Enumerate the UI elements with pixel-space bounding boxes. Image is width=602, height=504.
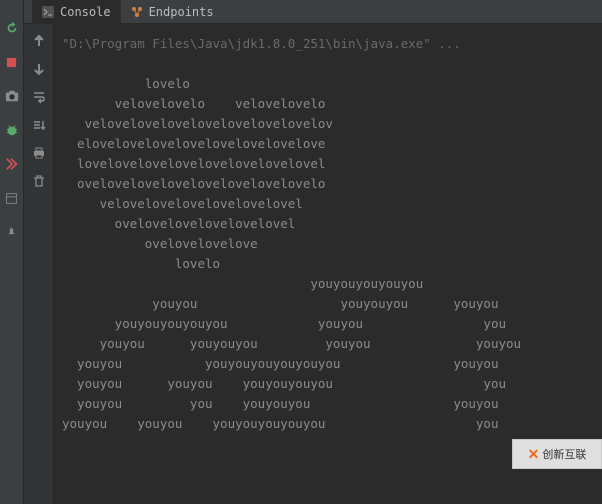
scroll-to-end-icon[interactable] (32, 118, 46, 132)
output-line: youyou youyouyouyouyouyou youyou (62, 356, 499, 371)
tab-endpoints[interactable]: Endpoints (121, 0, 224, 24)
watermark-text: 创新互联 (542, 446, 586, 462)
scroll-down-icon[interactable] (32, 62, 46, 76)
output-line: youyouyouyouyou youyou you (62, 316, 506, 331)
output-line: lovelovelovelovelovelovelovelovel (62, 156, 325, 171)
rerun-icon[interactable] (4, 20, 20, 36)
console-body: "D:\Program Files\Java\jdk1.8.0_251\bin\… (24, 24, 602, 504)
tab-console[interactable]: Console (32, 0, 121, 24)
output-line: youyou youyouyou youyou (62, 296, 499, 311)
endpoints-icon (131, 6, 143, 18)
output-line: lovelo (62, 76, 190, 91)
tab-console-label: Console (60, 5, 111, 19)
camera-icon[interactable] (4, 88, 20, 104)
output-line: youyouyouyouyou (62, 276, 423, 291)
watermark-badge: ✕ 创新互联 (512, 439, 602, 469)
output-line: youyou youyou youyouyouyou you (62, 376, 506, 391)
main-area: Console Endpoints (24, 0, 602, 504)
console-icon (42, 6, 54, 18)
print-icon[interactable] (32, 146, 46, 160)
output-line: velovelovelo velovelovelo (62, 96, 325, 111)
watermark-logo: ✕ (528, 446, 540, 463)
layout-icon[interactable] (4, 190, 20, 206)
console-toolbar: Console Endpoints (24, 0, 602, 24)
bug-icon[interactable] (4, 122, 20, 138)
exit-icon[interactable] (4, 156, 20, 172)
output-line: youyou youyou youyouyouyouyou you (62, 416, 499, 431)
command-line: "D:\Program Files\Java\jdk1.8.0_251\bin\… (62, 36, 461, 51)
clear-icon[interactable] (32, 174, 46, 188)
left-sidebar (0, 0, 24, 504)
stop-icon[interactable] (4, 54, 20, 70)
output-line: velovelovelovelovelovelovel (62, 196, 303, 211)
output-line: elovelovelovelovelovelovelovelove (62, 136, 325, 151)
output-line: youyou youyouyou youyou youyou (62, 336, 521, 351)
output-line: ovelovelovelove (62, 236, 258, 251)
output-line: velovelovelovelovelovelovelovelov (62, 116, 333, 131)
tab-endpoints-label: Endpoints (149, 5, 214, 19)
output-line: lovelo (62, 256, 220, 271)
console-output[interactable]: "D:\Program Files\Java\jdk1.8.0_251\bin\… (54, 24, 602, 504)
soft-wrap-icon[interactable] (32, 90, 46, 104)
output-line: youyou you youyouyou youyou (62, 396, 499, 411)
pin-icon[interactable] (4, 224, 20, 240)
output-line: ovelovelovelovelovelovelovelovelo (62, 176, 325, 191)
output-line: ovelovelovelovelovelovel (62, 216, 295, 231)
console-gutter (24, 24, 54, 504)
scroll-up-icon[interactable] (32, 34, 46, 48)
